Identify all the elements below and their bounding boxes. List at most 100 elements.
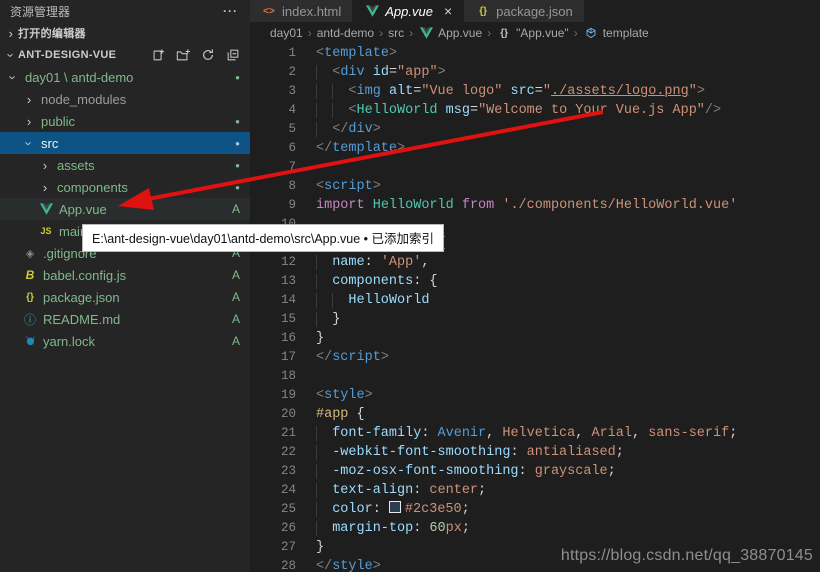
code-text: } [316, 540, 325, 555]
code-line[interactable]: 5 </div> [250, 120, 820, 139]
code-line[interactable]: 12 name: 'App', [250, 253, 820, 272]
code-line[interactable]: 13 components: { [250, 272, 820, 291]
workspace-label: ANT-DESIGN-VUE [18, 49, 117, 61]
modified-dot-badge: ● [235, 72, 240, 82]
modified-dot-badge: ● [235, 138, 240, 148]
breadcrumb-item-app-vue[interactable]: App.vue [418, 26, 482, 40]
index-status-tooltip: E:\ant-design-vue\day01\antd-demo\src\Ap… [82, 224, 445, 252]
git-added-badge: A [231, 312, 240, 326]
code-line[interactable]: 1 <template> [250, 44, 820, 63]
vue-file-icon [38, 203, 54, 215]
code-line[interactable]: 23 -moz-osx-font-smoothing: grayscale; [250, 462, 820, 481]
code-line[interactable]: 2 <div id="app"> [250, 63, 820, 82]
more-actions-icon[interactable]: ··· [223, 4, 238, 18]
tree-item-src[interactable]: › src ● [0, 132, 250, 154]
code-text: </style> [316, 559, 381, 572]
code-line[interactable]: 3 <img alt="Vue logo" src="./assets/logo… [250, 82, 820, 101]
vue-file-icon [364, 5, 380, 17]
tree-item-node-modules[interactable]: › node_modules [0, 88, 250, 110]
collapse-all-icon[interactable] [226, 48, 240, 62]
tree-item-label: App.vue [59, 201, 107, 217]
open-editors-label: 打开的编辑器 [18, 28, 86, 40]
breadcrumb-label: antd-demo [316, 26, 375, 40]
code-line[interactable]: 19 <style> [250, 386, 820, 405]
code-line[interactable]: 21 font-family: Avenir, Helvetica, Arial… [250, 424, 820, 443]
code-text: } [316, 310, 340, 329]
git-added-badge: A [231, 268, 240, 282]
code-editor[interactable]: 1 <template> 2 <div id="app"> 3 <img alt="V… [250, 44, 820, 572]
code-line[interactable]: 8 <script> [250, 177, 820, 196]
line-number: 22 [280, 445, 296, 459]
close-icon[interactable]: × [444, 4, 452, 18]
code-line[interactable]: 16} [250, 329, 820, 348]
tab-app-vue[interactable]: App.vue × [353, 0, 465, 22]
breadcrumb-item-antd-demo[interactable]: antd-demo [317, 26, 374, 40]
breadcrumb-item-day01[interactable]: day01 [270, 26, 303, 40]
line-number: 9 [288, 198, 296, 212]
breadcrumb-separator: › [307, 26, 312, 40]
tree-item-assets[interactable]: › assets ● [0, 154, 250, 176]
refresh-icon[interactable] [201, 48, 215, 62]
breadcrumb: day01 › antd-demo › src › App.vue › {} "App.vue" ›… [250, 22, 820, 44]
breadcrumb-label: "App.vue" [516, 26, 569, 40]
breadcrumb-label: src [388, 26, 405, 40]
git-added-badge: A [231, 290, 240, 304]
code-text: -webkit-font-smoothing: antialiased; [316, 443, 624, 462]
breadcrumb-item-src[interactable]: src [388, 26, 404, 40]
new-file-icon[interactable] [151, 48, 165, 62]
line-number: 15 [280, 312, 296, 326]
workspace-header[interactable]: › ANT-DESIGN-VUE [0, 44, 250, 66]
tab-package-json[interactable]: {} package.json [464, 0, 585, 22]
breadcrumb-label: template [602, 26, 649, 40]
breadcrumb-separator: › [487, 26, 492, 40]
code-line[interactable]: 14 HelloWorld [250, 291, 820, 310]
code-line[interactable]: 26 margin-top: 60px; [250, 519, 820, 538]
tree-item-label: src [41, 135, 59, 151]
code-line[interactable]: 7 [250, 158, 820, 177]
vscode-window: 资源管理器 ··· › 打开的编辑器 › ANT-DESIGN-VUE › da… [0, 0, 820, 572]
code-text: font-family: Avenir, Helvetica, Arial, s… [316, 424, 737, 443]
code-line[interactable]: 22 -webkit-font-smoothing: antialiased; [250, 443, 820, 462]
tree-item-readme-md[interactable]: ⓘ README.md A [0, 308, 250, 330]
editor-group: <> index.html App.vue × {} package.json day01… [250, 0, 820, 572]
code-text: </template> [316, 141, 406, 156]
tree-item-app-vue[interactable]: App.vue A [0, 198, 250, 220]
breadcrumb-item-app-vue[interactable]: {} "App.vue" [496, 26, 569, 40]
tree-item-babel-config-js[interactable]: Bbabel.config.js A [0, 264, 250, 286]
tree-item-components[interactable]: › components ● [0, 176, 250, 198]
code-line[interactable]: 9 import HelloWorld from './components/He… [250, 196, 820, 215]
code-line[interactable]: 4 <HelloWorld msg="Welcome to Your Vue.j… [250, 101, 820, 120]
tree-item-label: README.md [43, 311, 121, 327]
tree-item-day01-antd-demo[interactable]: › day01 \ antd-demo ● [0, 66, 250, 88]
breadcrumb-separator: › [573, 26, 578, 40]
code-line[interactable]: 17 </script> [250, 348, 820, 367]
new-folder-icon[interactable] [176, 48, 190, 62]
tree-item-yarn-lock[interactable]: yarn.lock A [0, 330, 250, 352]
code-line[interactable]: 18 [250, 367, 820, 386]
code-text: <div id="app"> [316, 63, 445, 82]
modified-dot-badge: ● [235, 160, 240, 170]
tree-item-public[interactable]: › public ● [0, 110, 250, 132]
code-text: <template> [316, 46, 398, 61]
line-number: 28 [280, 559, 296, 572]
html-file-icon: <> [263, 5, 275, 17]
code-line[interactable]: 20 #app { [250, 405, 820, 424]
tab-label: App.vue [385, 3, 433, 19]
breadcrumb-item-template[interactable]: template [583, 26, 649, 40]
tab-index-html[interactable]: <> index.html [250, 0, 354, 22]
tree-item-label: node_modules [41, 91, 127, 107]
breadcrumb-label: App.vue [438, 26, 483, 40]
line-number: 1 [288, 46, 296, 60]
tab-label: package.json [496, 3, 573, 19]
code-line[interactable]: 24 text-align: center; [250, 481, 820, 500]
line-number: 5 [288, 122, 296, 136]
line-number: 26 [280, 521, 296, 535]
code-line[interactable]: 25 color: #2c3e50; [250, 500, 820, 519]
open-editors-header[interactable]: › 打开的编辑器 [0, 22, 250, 44]
line-number: 2 [288, 65, 296, 79]
code-line[interactable]: 6 </template> [250, 139, 820, 158]
tree-item-package-json[interactable]: {} package.json A [0, 286, 250, 308]
tree-item-label: package.json [43, 289, 120, 305]
code-line[interactable]: 15 } [250, 310, 820, 329]
line-number: 6 [288, 141, 296, 155]
